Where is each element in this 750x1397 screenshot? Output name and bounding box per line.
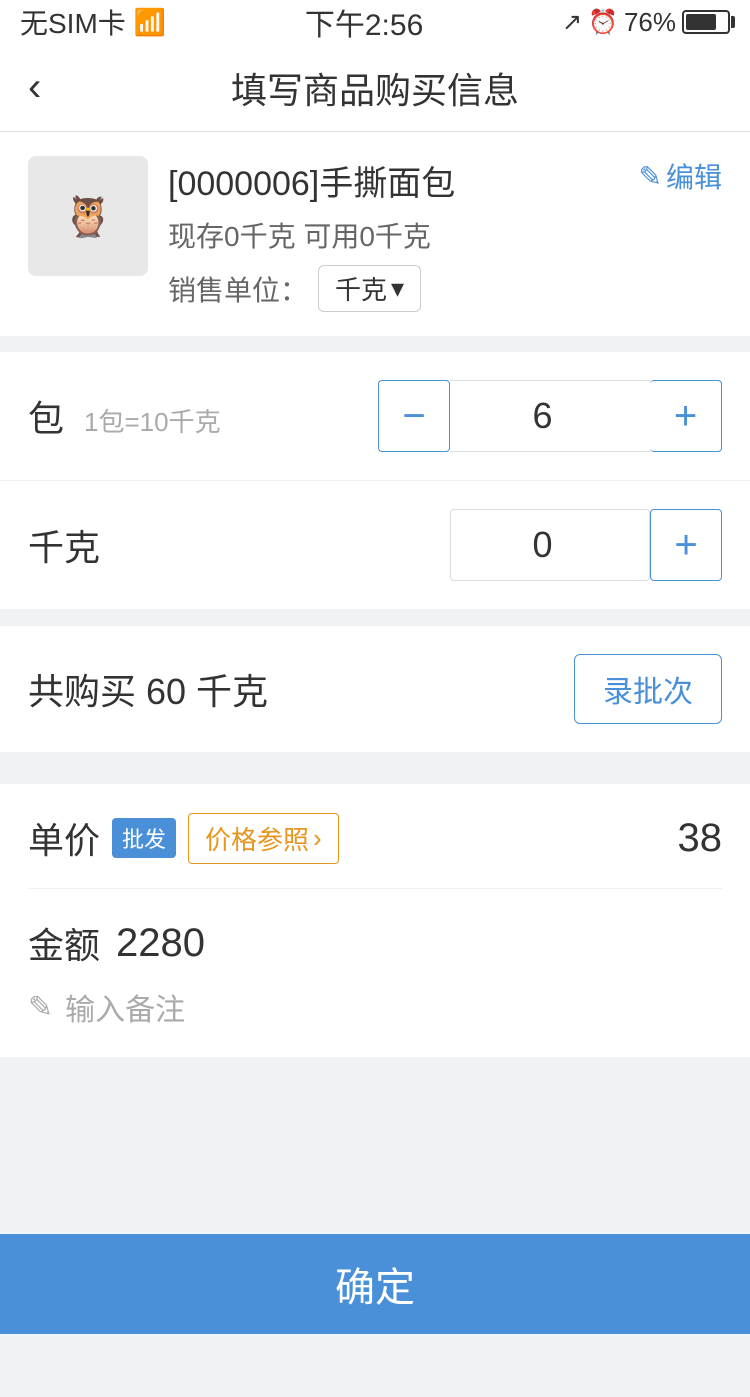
product-thumbnail: 🦉	[28, 156, 148, 276]
alarm-icon: ⏰	[588, 8, 618, 37]
price-value: 38	[678, 816, 723, 861]
bag-minus-button[interactable]: −	[378, 380, 450, 452]
bag-quantity-input[interactable]	[450, 380, 650, 452]
total-label: 共购买 60 千克	[28, 663, 268, 715]
price-ref-label: 价格参照	[205, 820, 309, 857]
bag-row: 包 1包=10千克 − +	[0, 352, 750, 481]
amount-label: 金额	[28, 917, 100, 969]
bag-plus-button[interactable]: +	[650, 380, 722, 452]
product-card: 🦉 [0000006]手撕面包 现存0千克 可用0千克 销售单位： 千克 ▾ ✎…	[0, 132, 750, 336]
remark-icon: ✎	[28, 990, 53, 1025]
product-info: [0000006]手撕面包 现存0千克 可用0千克 销售单位： 千克 ▾	[168, 156, 619, 312]
price-label-group: 单价 批发 价格参照 ›	[28, 812, 339, 864]
kg-label: 千克	[28, 519, 450, 571]
price-type-tag: 批发	[112, 818, 176, 858]
status-right: ↗ ⏰ 76%	[562, 7, 730, 38]
edit-label: 编辑	[666, 156, 722, 196]
product-name: [0000006]手撕面包	[168, 156, 619, 205]
edit-icon: ✎	[639, 160, 662, 193]
chevron-down-icon: ▾	[391, 273, 404, 304]
kg-row: 千克 +	[0, 481, 750, 610]
product-edit[interactable]: ✎ 编辑	[639, 156, 722, 196]
price-row: 单价 批发 价格参照 › 38	[28, 812, 722, 889]
price-label: 单价	[28, 812, 100, 864]
separator-1	[0, 768, 750, 784]
bag-quantity-control: − +	[378, 380, 722, 452]
remark-row[interactable]: ✎ 输入备注	[28, 985, 722, 1029]
unit-select[interactable]: 千克 ▾	[318, 265, 421, 312]
unit-value: 千克	[335, 270, 387, 307]
amount-row: 金额 2280	[28, 917, 722, 969]
nav-bar: ‹ 填写商品购买信息	[0, 44, 750, 132]
price-section: 单价 批发 价格参照 › 38	[0, 784, 750, 889]
kg-quantity-input[interactable]	[450, 509, 650, 581]
kg-quantity-control: +	[450, 509, 722, 581]
confirm-button[interactable]: 确定	[0, 1234, 750, 1334]
product-logo: 🦉	[63, 193, 113, 240]
batch-button[interactable]: 录批次	[574, 654, 722, 724]
bottom-space	[0, 1057, 750, 1397]
quantity-section: 包 1包=10千克 − + 千克 +	[0, 352, 750, 610]
bag-hint: 1包=10千克	[84, 407, 221, 437]
product-unit-row: 销售单位： 千克 ▾	[168, 265, 619, 312]
location-icon: ↗	[562, 8, 582, 37]
remark-placeholder: 输入备注	[65, 985, 185, 1029]
product-stock: 现存0千克 可用0千克	[168, 215, 619, 255]
kg-plus-button[interactable]: +	[650, 509, 722, 581]
page-title: 填写商品购买信息	[231, 62, 519, 114]
amount-section: 金额 2280 ✎ 输入备注	[0, 889, 750, 1057]
status-time: 下午2:56	[305, 0, 423, 44]
status-left: 无SIM卡 📶	[20, 2, 166, 42]
edit-button[interactable]: ✎ 编辑	[639, 156, 722, 196]
battery-icon	[682, 10, 730, 34]
unit-label: 销售单位：	[168, 269, 308, 309]
amount-value: 2280	[116, 921, 205, 966]
bag-label: 包 1包=10千克	[28, 390, 378, 442]
wifi-icon: 📶	[134, 7, 166, 38]
chevron-right-icon: ›	[313, 823, 322, 854]
price-reference-button[interactable]: 价格参照 ›	[188, 813, 339, 864]
carrier-label: 无SIM卡	[20, 2, 126, 42]
status-bar: 无SIM卡 📶 下午2:56 ↗ ⏰ 76%	[0, 0, 750, 44]
battery-label: 76%	[624, 7, 676, 38]
back-button[interactable]: ‹	[28, 65, 41, 110]
total-row: 共购买 60 千克 录批次	[0, 626, 750, 752]
